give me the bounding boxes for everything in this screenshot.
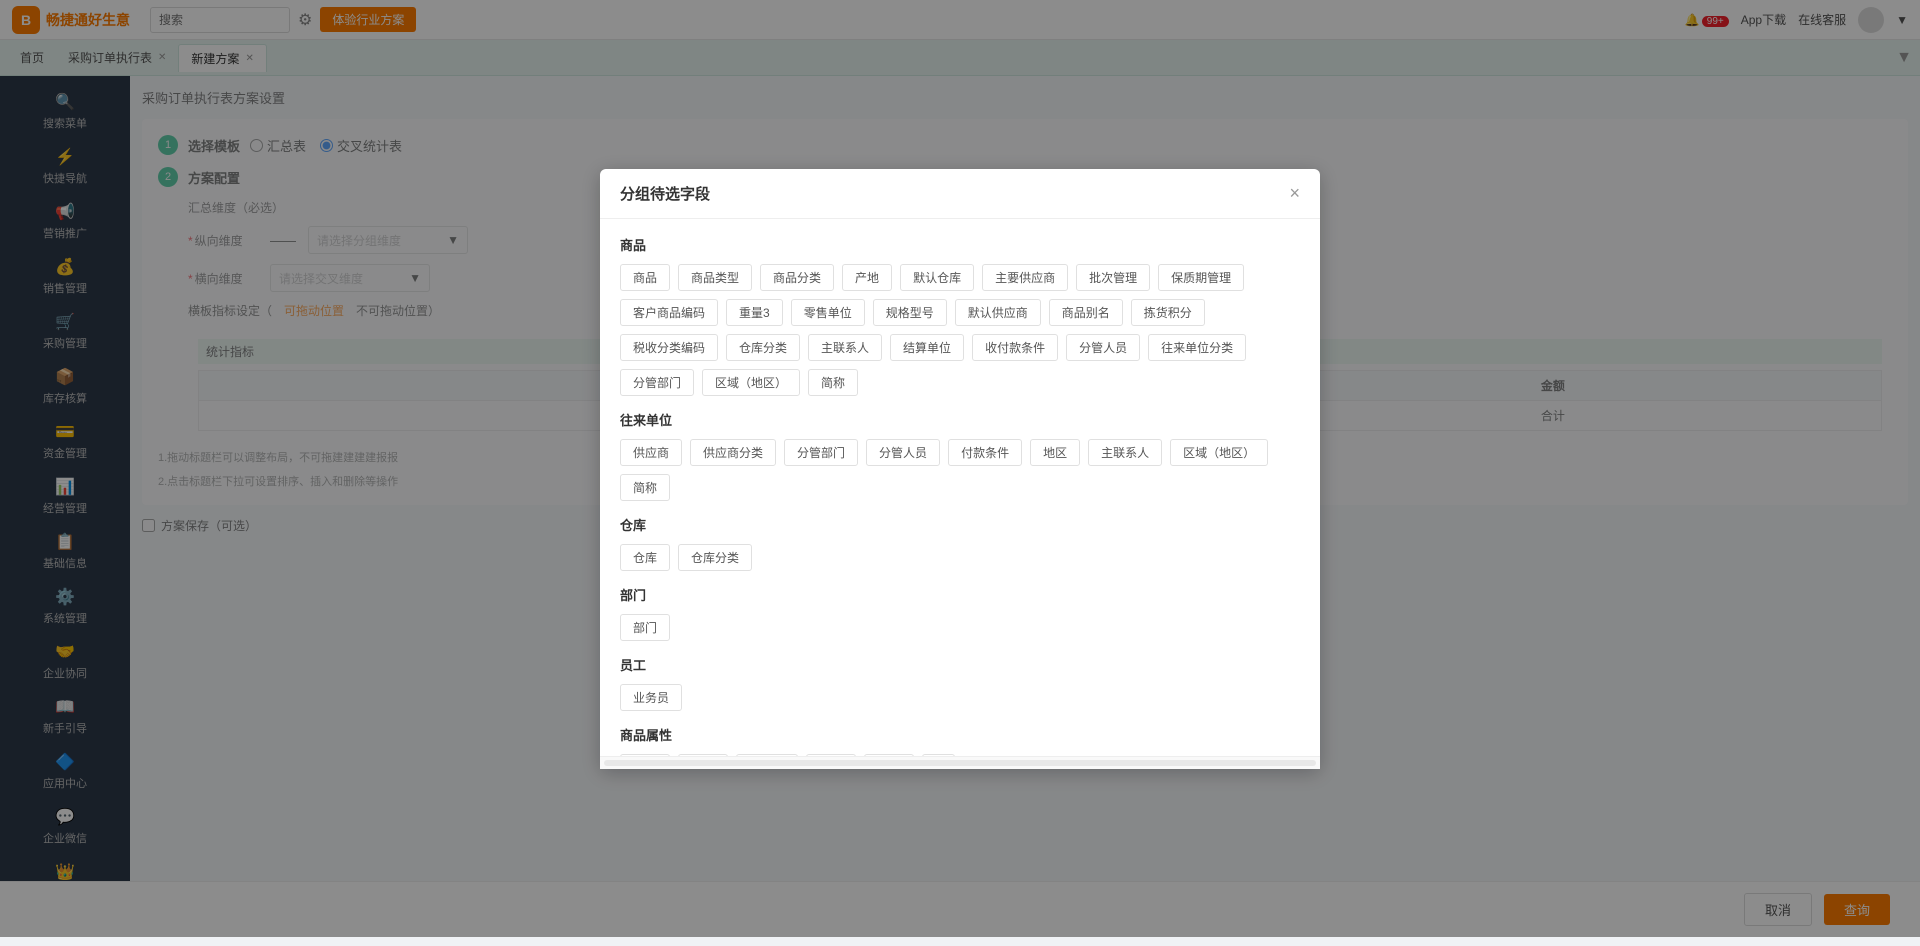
field-pick-points[interactable]: 拣货积分 [1131, 299, 1205, 326]
field-warehouse-category[interactable]: 仓库分类 [726, 334, 800, 361]
field-goods-category[interactable]: 商品分类 [760, 264, 834, 291]
section-title-dept: 部门 [620, 585, 1300, 604]
field-shelf-life[interactable]: 保质期管理 [1158, 264, 1244, 291]
field-region-goods[interactable]: 区域（地区） [702, 369, 800, 396]
field-salesperson[interactable]: 业务员 [620, 684, 682, 711]
field-goods-alias[interactable]: 商品别名 [1049, 299, 1123, 326]
field-abbr-goods[interactable]: 简称 [808, 369, 858, 396]
field-payment-condition[interactable]: 付款条件 [948, 439, 1022, 466]
section-title-goods: 商品 [620, 235, 1300, 254]
field-batch-mgmt[interactable]: 批次管理 [1076, 264, 1150, 291]
field-dept[interactable]: 部门 [620, 614, 670, 641]
field-grid-goods: 商品 商品类型 商品分类 产地 默认仓库 主要供应商 批次管理 保质期管理 客户… [620, 264, 1300, 396]
field-supplier-category[interactable]: 供应商分类 [690, 439, 776, 466]
field-region-cp[interactable]: 区域（地区） [1170, 439, 1268, 466]
modal-scrollbar-area [600, 756, 1320, 768]
field-main-contact[interactable]: 主联系人 [808, 334, 882, 361]
field-partner-category[interactable]: 往来单位分类 [1148, 334, 1246, 361]
field-tax-code[interactable]: 税收分类编码 [620, 334, 718, 361]
field-warehouse-cat[interactable]: 仓库分类 [678, 544, 752, 571]
field-default-warehouse[interactable]: 默认仓库 [900, 264, 974, 291]
field-personnel-mgmt[interactable]: 分管人员 [866, 439, 940, 466]
section-title-counterpart: 往来单位 [620, 410, 1300, 429]
field-area[interactable]: 地区 [1030, 439, 1080, 466]
modal-body: 商品 商品 商品类型 商品分类 产地 默认仓库 主要供应商 批次管理 保质期管理… [600, 219, 1320, 757]
field-weight3[interactable]: 重量3 [726, 299, 783, 326]
field-grid-counterpart: 供应商 供应商分类 分管部门 分管人员 付款条件 地区 主联系人 区域（地区） … [620, 439, 1300, 501]
field-warehouse[interactable]: 仓库 [620, 544, 670, 571]
section-title-employee: 员工 [620, 655, 1300, 674]
field-select-modal: 分组待选字段 × 商品 商品 商品类型 商品分类 产地 默认仓库 主要供应商 批… [600, 169, 1320, 769]
field-supplier[interactable]: 供应商 [620, 439, 682, 466]
field-grid-warehouse: 仓库 仓库分类 [620, 544, 1300, 571]
field-grid-employee: 业务员 [620, 684, 1300, 711]
modal-title: 分组待选字段 [620, 183, 710, 204]
field-settlement-unit[interactable]: 结算单位 [890, 334, 964, 361]
field-main-contact2[interactable]: 主联系人 [1088, 439, 1162, 466]
field-dept-managed[interactable]: 分管部门 [620, 369, 694, 396]
section-title-product-attr: 商品属性 [620, 725, 1300, 744]
field-goods[interactable]: 商品 [620, 264, 670, 291]
h-scroll-track[interactable] [604, 760, 1316, 766]
modal-close-btn[interactable]: × [1289, 184, 1300, 202]
field-retail-unit[interactable]: 零售单位 [791, 299, 865, 326]
field-origin[interactable]: 产地 [842, 264, 892, 291]
section-title-warehouse: 仓库 [620, 515, 1300, 534]
field-default-supplier[interactable]: 默认供应商 [955, 299, 1041, 326]
modal-overlay: 分组待选字段 × 商品 商品 商品类型 商品分类 产地 默认仓库 主要供应商 批… [130, 76, 1920, 937]
field-goods-type[interactable]: 商品类型 [678, 264, 752, 291]
field-customer-code[interactable]: 客户商品编码 [620, 299, 718, 326]
field-grid-dept: 部门 [620, 614, 1300, 641]
field-abbr-cp[interactable]: 简称 [620, 474, 670, 501]
field-dept-mgmt[interactable]: 分管部门 [784, 439, 858, 466]
modal-header: 分组待选字段 × [600, 169, 1320, 219]
field-payment-terms[interactable]: 收付款条件 [972, 334, 1058, 361]
field-main-supplier[interactable]: 主要供应商 [982, 264, 1068, 291]
field-supervisor[interactable]: 分管人员 [1066, 334, 1140, 361]
field-spec-model[interactable]: 规格型号 [873, 299, 947, 326]
content-area: 采购订单执行表方案设置 1 选择模板 汇总表 交叉统计表 2 [130, 76, 1920, 937]
